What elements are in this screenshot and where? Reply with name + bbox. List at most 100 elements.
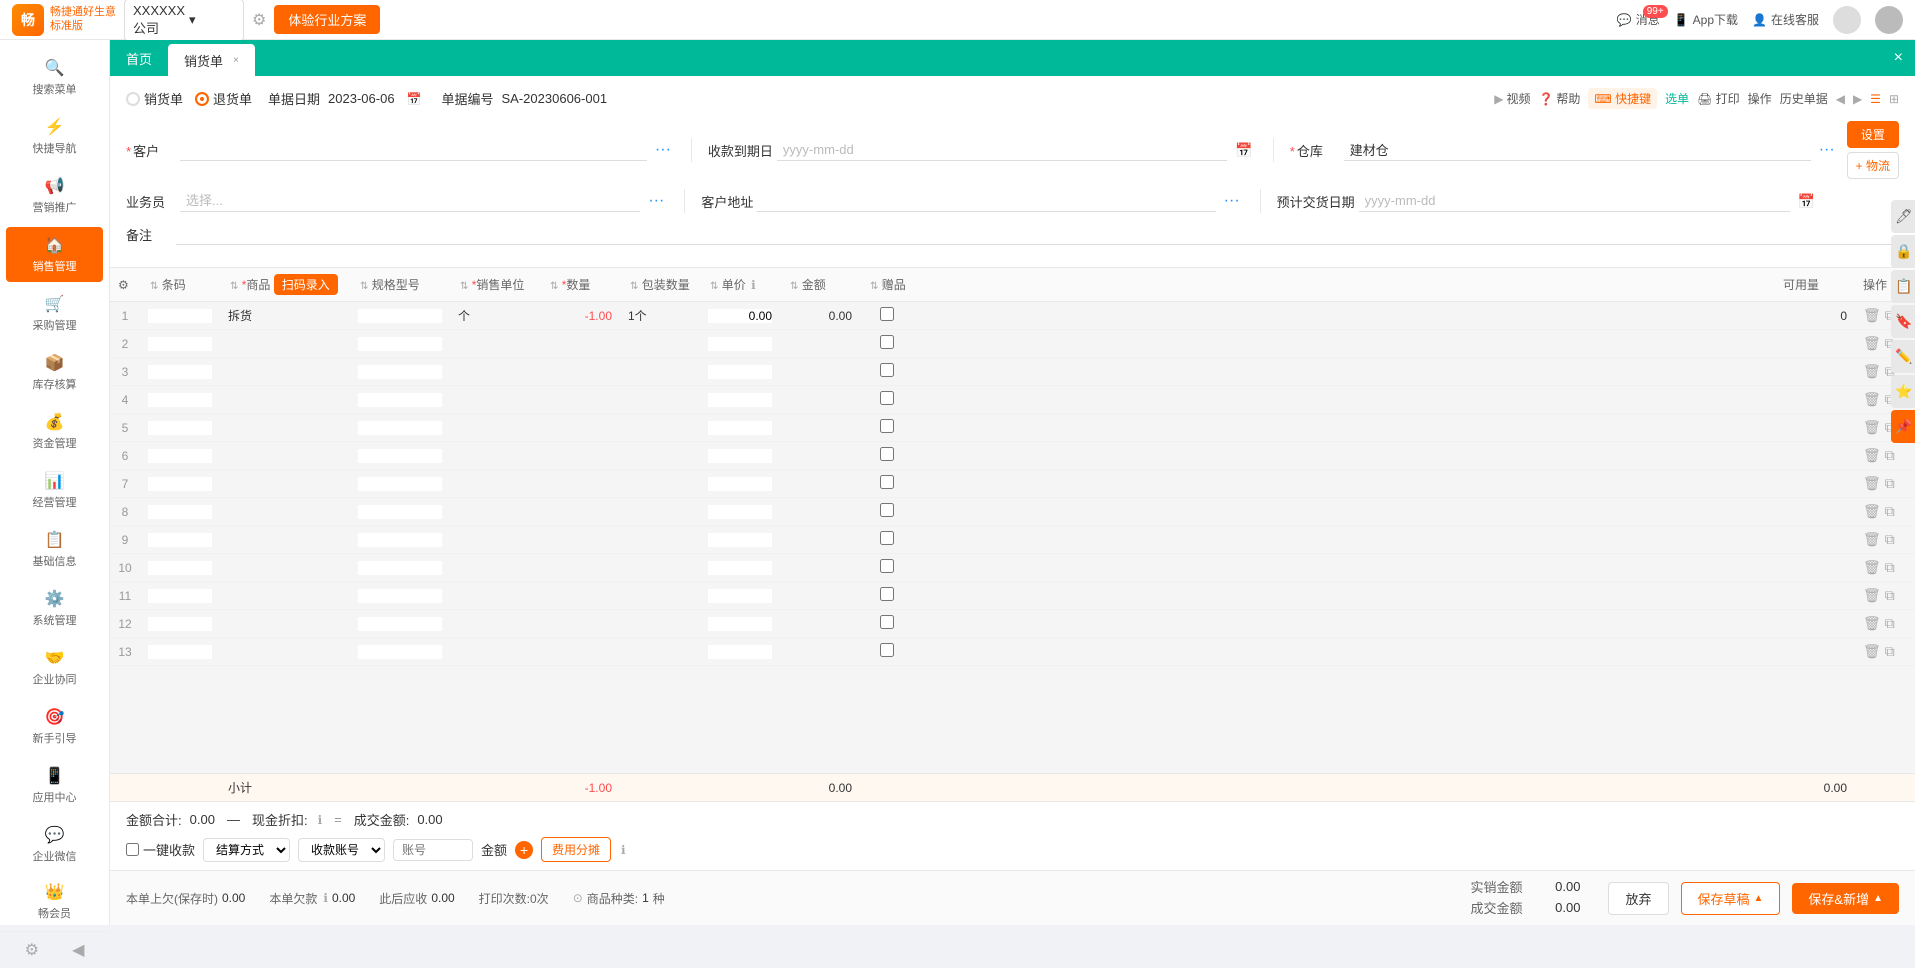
row-pack-qty[interactable] [620,330,700,358]
row-unit-price[interactable] [700,442,780,470]
row-pack-qty[interactable] [620,610,700,638]
row-spec[interactable] [350,610,450,638]
sidebar-settings-icon[interactable]: ⚙ [25,940,39,960]
row-sales-unit[interactable] [450,610,540,638]
row-amount[interactable] [780,638,860,666]
row-sales-unit[interactable] [450,358,540,386]
row-quantity[interactable] [540,526,620,554]
tab-home[interactable]: 首页 [110,40,168,76]
row-pack-qty[interactable] [620,358,700,386]
row-barcode[interactable] [140,358,220,386]
row-barcode[interactable] [140,302,220,330]
customer-dots-icon[interactable]: ··· [651,141,675,159]
row-product[interactable] [220,330,350,358]
payment-method-select[interactable]: 结算方式 [203,838,290,862]
row-barcode[interactable] [140,470,220,498]
tab-close-icon[interactable]: × [233,55,239,66]
row-gift[interactable] [860,582,914,610]
delivery-date-input[interactable] [1359,190,1790,212]
row-gift[interactable] [860,302,914,330]
delete-row-icon[interactable]: 🗑 [1863,447,1881,464]
payment-due-input[interactable] [777,139,1227,161]
salesperson-dots-icon[interactable]: ··· [644,192,668,210]
row-amount[interactable]: 0.00 [780,302,860,330]
add-payment-button[interactable]: + [515,841,533,859]
video-btn[interactable]: ▶视频 [1494,90,1530,107]
row-unit-price[interactable] [700,414,780,442]
delivery-date-calendar-icon[interactable]: 📅 [1794,193,1819,210]
copy-row-icon[interactable]: ⧉ [1885,587,1895,604]
row-unit-price[interactable] [700,386,780,414]
setup-button[interactable]: 设置 [1847,121,1899,148]
row-pack-qty[interactable] [620,386,700,414]
radio-sales-order[interactable]: 销货单 [126,89,183,108]
row-amount[interactable] [780,582,860,610]
save-new-button[interactable]: 保存&新增 ▲ [1792,883,1899,914]
scan-button[interactable]: 扫码录入 [274,274,338,295]
row-gift[interactable] [860,554,914,582]
float-bookmark-icon[interactable]: 🔖 [1891,305,1915,338]
row-amount[interactable] [780,442,860,470]
sidebar-item-inventory[interactable]: 📦 库存核算 [6,345,103,400]
row-gift[interactable] [860,442,914,470]
row-quantity[interactable] [540,442,620,470]
row-quantity[interactable] [540,414,620,442]
expense-help-icon[interactable]: ℹ [621,843,626,857]
sidebar-item-search[interactable]: 🔍 搜索菜单 [6,50,103,105]
row-quantity[interactable] [540,554,620,582]
sidebar-item-marketing[interactable]: 📢 营销推广 [6,168,103,223]
float-lock-icon[interactable]: 🔒 [1891,235,1915,268]
row-gift[interactable] [860,638,914,666]
message-button[interactable]: 💬 消息 99+ [1617,11,1660,28]
col-settings-icon[interactable]: ⚙ [118,278,129,292]
row-unit-price[interactable] [700,302,780,330]
row-pack-qty[interactable] [620,582,700,610]
row-amount[interactable] [780,554,860,582]
float-edit-icon[interactable]: 🖊 [1891,200,1915,233]
payment-due-calendar-icon[interactable]: 📅 [1231,142,1256,159]
row-barcode[interactable] [140,526,220,554]
row-quantity[interactable] [540,470,620,498]
row-spec[interactable] [350,554,450,582]
row-spec[interactable] [350,638,450,666]
row-unit-price[interactable] [700,470,780,498]
row-barcode[interactable] [140,330,220,358]
nav-next-icon[interactable]: ▶ [1853,92,1862,106]
one-click-checkbox[interactable]: 一键收款 [126,840,195,859]
row-product[interactable] [220,470,350,498]
row-quantity[interactable] [540,582,620,610]
row-spec[interactable] [350,442,450,470]
avatar-2[interactable] [1875,6,1903,34]
row-quantity[interactable] [540,358,620,386]
draft-button[interactable]: 保存草稿 ▲ [1681,882,1781,915]
row-spec[interactable] [350,498,450,526]
row-sales-unit[interactable] [450,526,540,554]
row-product[interactable] [220,610,350,638]
delete-row-icon[interactable]: 🗑 [1863,475,1881,492]
row-sales-unit[interactable] [450,638,540,666]
copy-row-icon[interactable]: ⧉ [1885,643,1895,660]
sidebar-item-basic-info[interactable]: 📋 基础信息 [6,522,103,577]
warehouse-dots-icon[interactable]: ··· [1815,141,1839,159]
one-click-checkbox-input[interactable] [126,843,139,856]
row-product[interactable] [220,582,350,610]
radio-return-order[interactable]: 退货单 [195,89,252,108]
float-star-icon[interactable]: ⭐ [1891,375,1915,408]
delete-row-icon[interactable]: 🗑 [1863,503,1881,520]
row-barcode[interactable] [140,554,220,582]
row-pack-qty[interactable] [620,470,700,498]
avatar[interactable] [1833,6,1861,34]
company-selector[interactable]: XXXXXX公司 ▾ [124,0,244,41]
row-barcode[interactable] [140,610,220,638]
row-unit-price[interactable] [700,582,780,610]
row-sales-unit[interactable] [450,386,540,414]
shortcut-btn[interactable]: ⌨ 快捷键 [1588,88,1657,109]
row-product[interactable] [220,442,350,470]
row-pack-qty[interactable] [620,554,700,582]
row-pack-qty[interactable] [620,638,700,666]
app-download-button[interactable]: 📱 App下载 [1674,11,1738,28]
sidebar-item-sales[interactable]: 🏠 销售管理 [6,227,103,282]
row-product[interactable] [220,386,350,414]
delete-row-icon[interactable]: 🗑 [1863,307,1881,324]
grid-view-icon[interactable]: ⊞ [1889,92,1899,106]
